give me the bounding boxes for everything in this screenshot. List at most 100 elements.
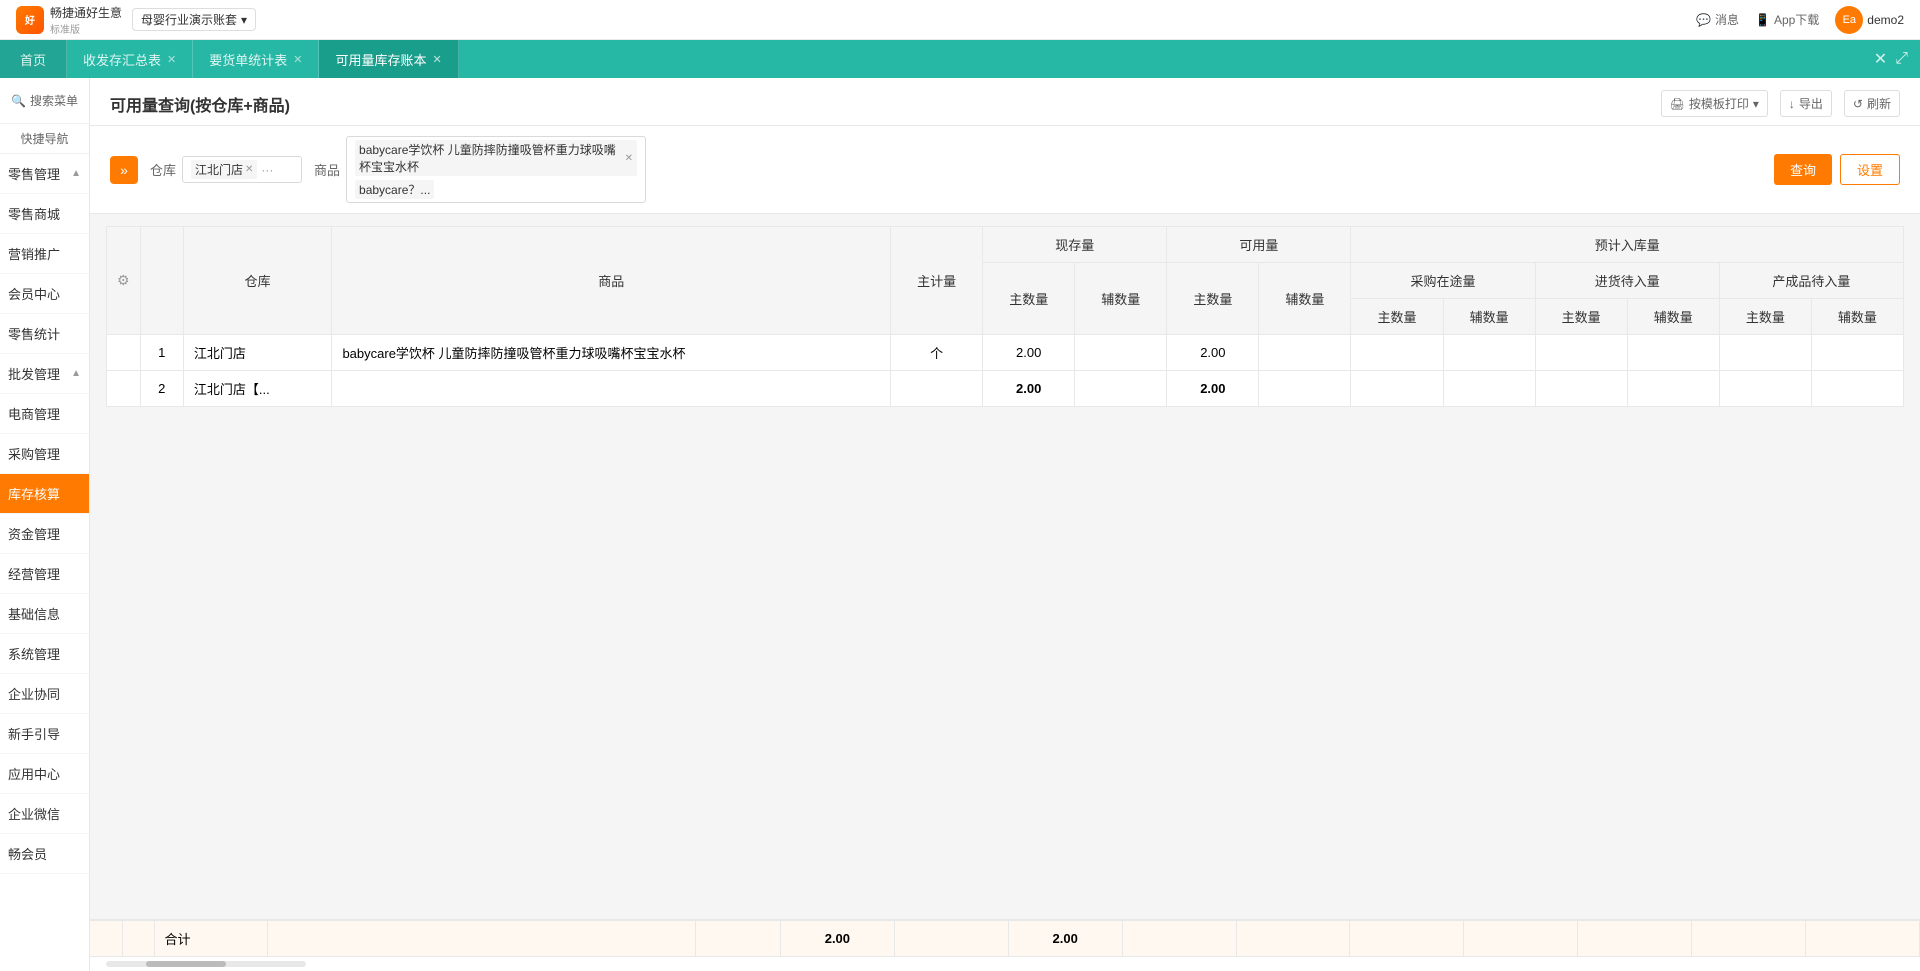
quick-nav-label: 快捷导航 xyxy=(20,132,68,146)
sidebar-item-marketing[interactable]: 营销推广 xyxy=(0,234,89,274)
message-label: 消息 xyxy=(1715,11,1739,28)
search-menu-button[interactable]: 🔍 搜索菜单 xyxy=(8,86,81,115)
col-predicted-group-header: 预计入库量 xyxy=(1351,227,1904,263)
sidebar-item-ecommerce[interactable]: 电商管理 xyxy=(0,394,89,434)
footer-production-main xyxy=(1692,921,1806,956)
filter-toggle-button[interactable]: » xyxy=(110,156,138,184)
sidebar-item-system[interactable]: 系统管理 xyxy=(0,634,89,674)
top-bar-left: 好 畅捷通好生意 标准版 母婴行业演示账套 ▾ xyxy=(16,4,256,36)
cell-stock-aux xyxy=(1075,335,1167,371)
filter-actions: 查询 设置 xyxy=(1774,154,1900,185)
footer-avail-main: 2.00 xyxy=(1008,921,1122,956)
tab-receipt-summary[interactable]: 收发存汇总表 ✕ xyxy=(67,40,193,78)
table-settings-icon[interactable]: ⚙ xyxy=(117,272,130,288)
main-layout: 🔍 搜索菜单 快捷导航 零售管理 ▲ 零售商城 营销推广 会员中心 零售统计 批… xyxy=(0,78,1920,971)
sidebar-item-purchasing[interactable]: 采购管理 xyxy=(0,434,89,474)
message-action[interactable]: 💬 消息 xyxy=(1696,11,1739,28)
expand-icon: ▲ xyxy=(71,368,81,379)
cell-purchase-aux xyxy=(1443,371,1535,407)
tab-available-stock[interactable]: 可用量库存账本 ✕ xyxy=(319,40,458,78)
sidebar-item-guide[interactable]: 新手引导 xyxy=(0,714,89,754)
settings-button[interactable]: 设置 xyxy=(1840,154,1900,185)
user-area[interactable]: Ea demo2 xyxy=(1835,6,1904,34)
sidebar-item-vip[interactable]: 畅会员 xyxy=(0,834,89,874)
sidebar-item-label: 畅会员 xyxy=(8,844,47,863)
sidebar-item-app-center[interactable]: 应用中心 xyxy=(0,754,89,794)
cell-purchase-main xyxy=(1351,335,1443,371)
col-purchase-main-header: 主数量 xyxy=(1351,299,1443,335)
sidebar-item-operations[interactable]: 经营管理 xyxy=(0,554,89,594)
tab-order-stats[interactable]: 要货单统计表 ✕ xyxy=(193,40,319,78)
export-button[interactable]: ↓ 导出 xyxy=(1780,90,1832,117)
footer-avail-aux xyxy=(1122,921,1236,956)
nav-close-btn[interactable]: ✕ xyxy=(1874,49,1887,69)
footer-unit-empty xyxy=(695,921,780,956)
template-print-button[interactable]: 🖨 按模板打印 ▾ xyxy=(1661,90,1768,117)
nav-maximize-btn[interactable]: ⤢ xyxy=(1895,50,1908,68)
footer-purchase-aux xyxy=(1350,921,1464,956)
footer-stock-main: 2.00 xyxy=(780,921,894,956)
tab-order-label: 要货单统计表 xyxy=(209,50,287,69)
product-tag-close[interactable]: ✕ xyxy=(625,153,633,164)
sidebar-item-retail-stats[interactable]: 零售统计 xyxy=(0,314,89,354)
col-purchase-group-header: 采购在途量 xyxy=(1351,263,1535,299)
sidebar-item-online-store[interactable]: 零售商城 xyxy=(0,194,89,234)
warehouse-filter-label: 仓库 xyxy=(150,160,176,179)
template-print-label: 按模板打印 xyxy=(1689,95,1749,112)
col-rownum-header xyxy=(140,227,183,335)
expand-icon: ▲ xyxy=(71,168,81,179)
cell-purchase-aux xyxy=(1443,335,1535,371)
logo-text-block: 畅捷通好生意 标准版 xyxy=(50,4,122,36)
sidebar-item-enterprise-wechat[interactable]: 企业微信 xyxy=(0,794,89,834)
col-settings-header: ⚙ xyxy=(107,227,141,335)
cell-product: babycare学饮杯 儿童防摔防撞吸管杯重力球吸嘴杯宝宝水杯 xyxy=(332,335,891,371)
sidebar-item-inventory[interactable]: 库存核算 xyxy=(0,474,89,514)
refresh-button[interactable]: ↺ 刷新 xyxy=(1844,90,1900,117)
footer-product-empty xyxy=(268,921,695,956)
app-download-action[interactable]: 📱 App下载 xyxy=(1755,11,1819,28)
app-download-label: App下载 xyxy=(1774,11,1819,28)
warehouse-more-dots[interactable]: ··· xyxy=(261,163,273,177)
product-filter-tags[interactable]: babycare学饮杯 儿童防摔防撞吸管杯重力球吸嘴杯宝宝水杯 ✕ babyca… xyxy=(346,136,646,203)
sidebar-item-wholesale[interactable]: 批发管理 ▲ xyxy=(0,354,89,394)
sidebar-item-basic-info[interactable]: 基础信息 xyxy=(0,594,89,634)
export-icon: ↓ xyxy=(1789,97,1795,111)
sidebar-item-zero-sales[interactable]: 零售管理 ▲ xyxy=(0,154,89,194)
sidebar-item-finance[interactable]: 资金管理 xyxy=(0,514,89,554)
page-header: 可用量查询(按仓库+商品) 🖨 按模板打印 ▾ ↓ 导出 ↺ 刷新 xyxy=(90,78,1920,126)
sidebar-item-label: 应用中心 xyxy=(8,764,60,783)
scroll-thumb[interactable] xyxy=(146,961,226,967)
cell-avail-aux xyxy=(1259,335,1351,371)
page-actions: 🖨 按模板打印 ▾ ↓ 导出 ↺ 刷新 xyxy=(1661,90,1900,117)
cell-inbound-main xyxy=(1535,335,1627,371)
cell-product xyxy=(332,371,891,407)
tab-available-close[interactable]: ✕ xyxy=(433,53,442,66)
sidebar-item-label: 电商管理 xyxy=(8,404,60,423)
product-filter-group: 商品 babycare学饮杯 儿童防摔防撞吸管杯重力球吸嘴杯宝宝水杯 ✕ bab… xyxy=(314,136,646,203)
sidebar-item-enterprise[interactable]: 企业协同 xyxy=(0,674,89,714)
warehouse-tag-text: 江北门店 xyxy=(195,161,243,178)
sidebar: 🔍 搜索菜单 快捷导航 零售管理 ▲ 零售商城 营销推广 会员中心 零售统计 批… xyxy=(0,78,90,971)
warehouse-tag-close[interactable]: ✕ xyxy=(245,164,253,175)
col-production-aux-header: 辅数量 xyxy=(1811,299,1903,335)
warehouse-tag: 江北门店 ✕ xyxy=(191,160,257,179)
search-menu-label: 搜索菜单 xyxy=(30,92,78,109)
scroll-bar-area xyxy=(90,956,1920,971)
scroll-track[interactable] xyxy=(106,961,306,967)
footer-label: 合计 xyxy=(154,921,268,956)
industry-selector[interactable]: 母婴行业演示账套 ▾ xyxy=(132,8,256,31)
sidebar-item-members[interactable]: 会员中心 xyxy=(0,274,89,314)
sidebar-item-label: 经营管理 xyxy=(8,564,60,583)
warehouse-filter-tags[interactable]: 江北门店 ✕ ··· xyxy=(182,156,302,183)
sidebar-quick-nav[interactable]: 快捷导航 xyxy=(0,124,89,154)
footer-row: 合计 2.00 2.00 xyxy=(90,921,1920,956)
tab-receipt-close[interactable]: ✕ xyxy=(167,53,176,66)
tab-order-close[interactable]: ✕ xyxy=(293,53,302,66)
tab-home[interactable]: 首页 xyxy=(0,40,67,78)
col-unit-header: 主计量 xyxy=(891,227,983,335)
sidebar-search-area: 🔍 搜索菜单 xyxy=(0,78,89,124)
cell-avail-main: 2.00 xyxy=(1167,371,1259,407)
query-button[interactable]: 查询 xyxy=(1774,154,1832,185)
print-icon: 🖨 xyxy=(1670,97,1685,111)
cell-production-aux xyxy=(1811,371,1903,407)
